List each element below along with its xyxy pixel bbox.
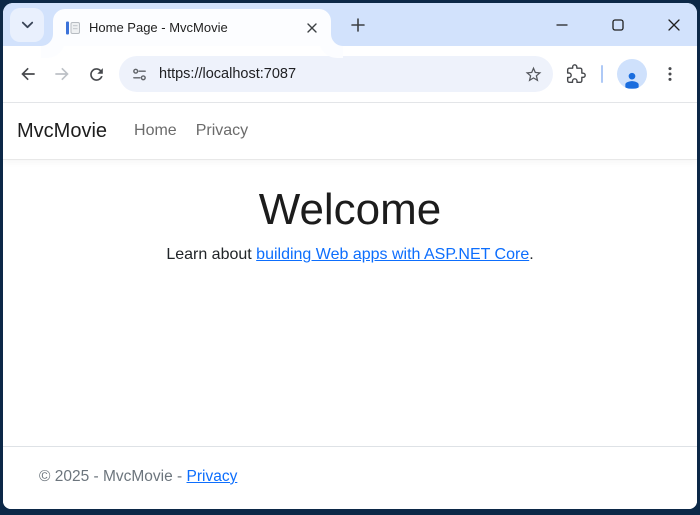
tab-strip: Home Page - MvcMovie [3,3,697,46]
intro-text: Learn about building Web apps with ASP.N… [3,246,697,264]
plus-icon [351,17,365,32]
navbar-brand[interactable]: MvcMovie [17,120,107,143]
favicon-icon [65,20,81,36]
back-arrow-icon [21,67,35,81]
site-navbar: MvcMovie Home Privacy [3,103,697,160]
forward-arrow-icon [55,67,69,81]
window-controls [539,3,697,46]
tab-close-button[interactable] [303,19,321,37]
reload-icon [89,67,103,81]
nav-link-home[interactable]: Home [134,122,177,140]
new-tab-button[interactable] [344,11,372,39]
back-button[interactable] [11,57,45,91]
browser-window: Home Page - MvcMovie https://localhost:7… [3,3,697,509]
maximize-button[interactable] [595,3,641,46]
main-content: Welcome Learn about building Web apps wi… [3,160,697,446]
profile-button[interactable] [617,59,647,89]
three-dots-icon [668,67,672,81]
menu-button[interactable] [653,57,687,91]
intro-prefix: Learn about [166,246,257,264]
page-title: Welcome [258,185,442,234]
bookmark-button[interactable] [513,56,553,92]
tab-title: Home Page - MvcMovie [89,20,228,35]
close-icon [668,18,680,31]
minimize-button[interactable] [539,3,585,46]
browser-tab[interactable]: Home Page - MvcMovie [53,9,331,46]
maximize-icon [612,18,624,31]
person-icon [625,72,639,89]
extensions-button[interactable] [559,57,593,91]
toolbar-separator [601,65,603,83]
browser-toolbar: https://localhost:7087 [3,46,697,103]
forward-button[interactable] [45,57,79,91]
star-icon [525,66,541,82]
copyright-text: © 2025 - MvcMovie - [39,468,187,485]
tab-search-button[interactable] [10,7,44,42]
nav-link-privacy[interactable]: Privacy [196,122,248,140]
intro-suffix: . [529,246,534,264]
footer-privacy-link[interactable]: Privacy [187,468,238,485]
url-text[interactable]: https://localhost:7087 [159,66,513,82]
window-frame: Home Page - MvcMovie https://localhost:7… [0,0,700,515]
page-viewport: MvcMovie Home Privacy Welcome Learn abou… [3,103,697,509]
reload-button[interactable] [79,57,113,91]
aspnet-core-link[interactable]: building Web apps with ASP.NET Core [256,246,529,263]
chevron-down-icon [21,21,34,29]
minimize-icon [556,23,568,26]
puzzle-icon [566,64,586,84]
address-bar[interactable]: https://localhost:7087 [119,56,553,92]
site-info-icon[interactable] [131,66,148,83]
site-footer: © 2025 - MvcMovie - Privacy [3,446,697,509]
close-button[interactable] [651,3,697,46]
close-icon [307,22,317,33]
